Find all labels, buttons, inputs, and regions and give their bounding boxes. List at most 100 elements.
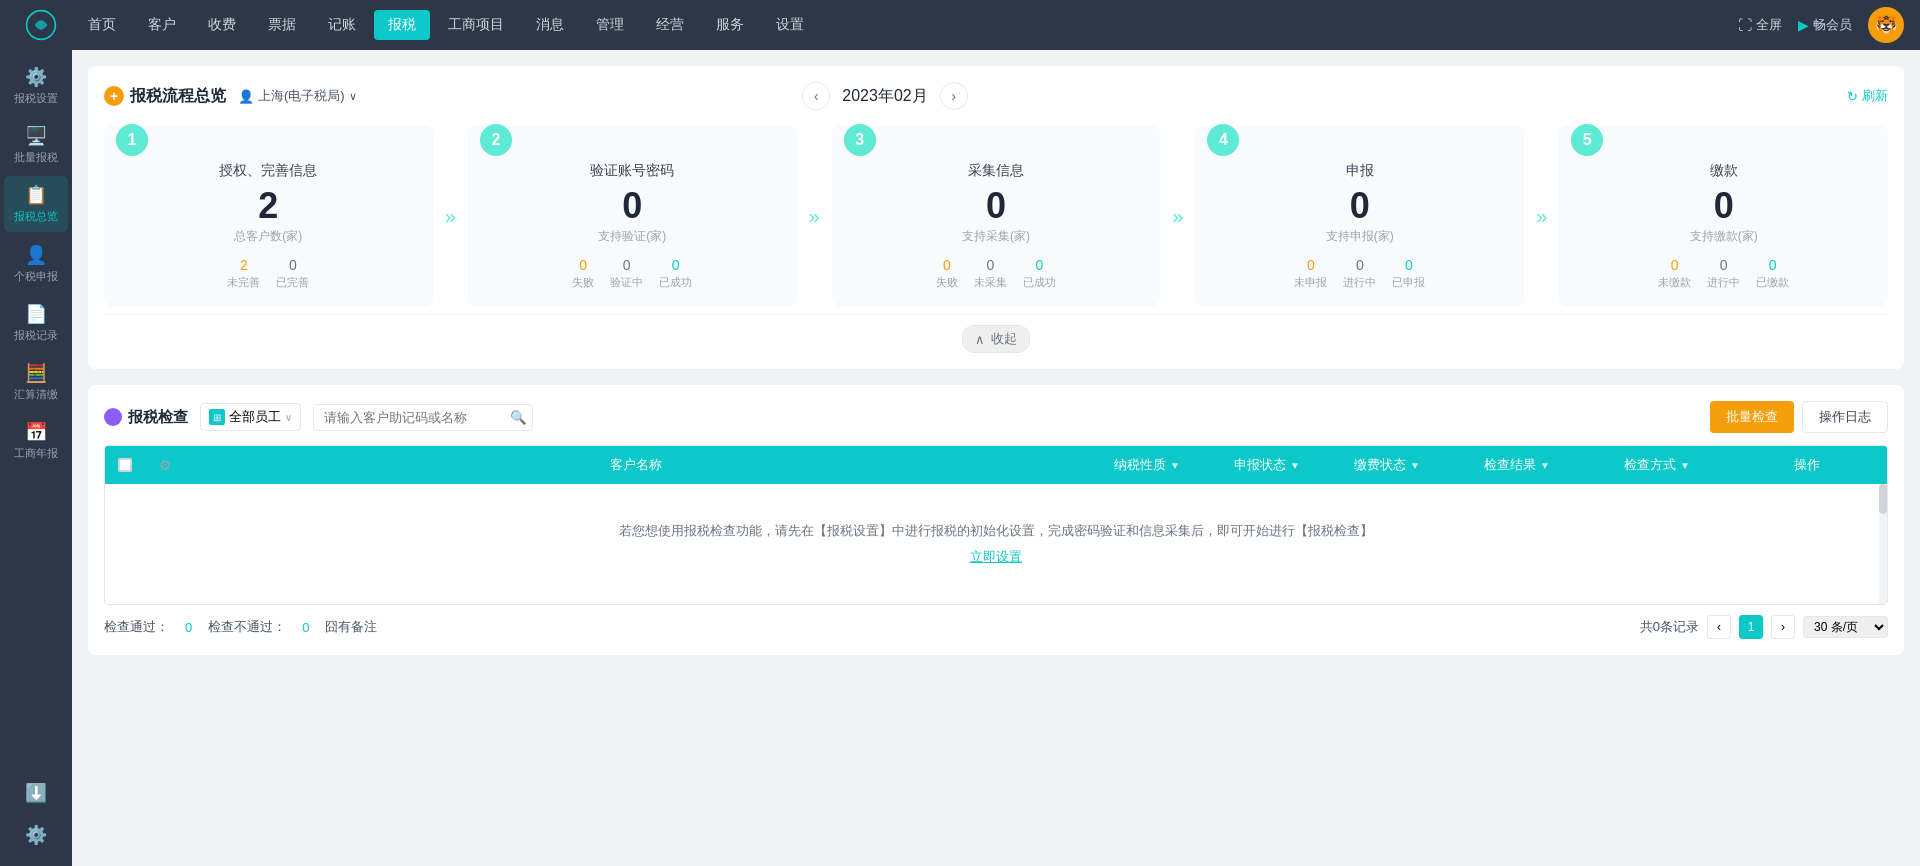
step-num-1: 1 <box>116 124 148 156</box>
nav-home[interactable]: 首页 <box>74 10 130 40</box>
arrow-1: » <box>445 126 456 306</box>
overview-card: + 报税流程总览 👤 上海(电子税局) ∨ ‹ 2023年02月 › ↻ 刷新 <box>88 66 1904 369</box>
select-all-checkbox[interactable] <box>118 458 132 472</box>
stat-label: 未缴款 <box>1658 275 1691 290</box>
tax-overview-icon: 📋 <box>25 184 47 206</box>
collapse-btn[interactable]: ∧ 收起 <box>962 325 1030 353</box>
sidebar-bottom: ⬇️ ⚙️ <box>4 774 68 858</box>
check-title-icon <box>104 408 122 426</box>
th-declare-status-filter[interactable]: ▼ <box>1290 460 1300 471</box>
refresh-btn[interactable]: ↻ 刷新 <box>1847 87 1888 105</box>
table-body: 若您想使用报税检查功能，请先在【报税设置】中进行报税的初始化设置，完成密码验证和… <box>105 484 1887 604</box>
per-page-select[interactable]: 30 条/页50 条/页100 条/页 <box>1803 616 1888 638</box>
stat-val-incomplete: 2 <box>240 257 248 273</box>
step-num-4: 4 <box>1207 124 1239 156</box>
th-tax-nature-filter[interactable]: ▼ <box>1170 460 1180 471</box>
search-button[interactable]: 🔍 <box>502 405 533 430</box>
staff-selector[interactable]: ⊞ 全部员工 ∨ <box>200 403 301 431</box>
stat-label: 已成功 <box>659 275 692 290</box>
th-pay-status-filter[interactable]: ▼ <box>1410 460 1420 471</box>
fullscreen-btn[interactable]: ⛶ 全屏 <box>1738 16 1782 34</box>
th-gear: ⚙ <box>145 446 185 484</box>
nav-ticket[interactable]: 票据 <box>254 10 310 40</box>
sidebar-item-tax-settings[interactable]: ⚙️ 报税设置 <box>4 58 68 113</box>
nav-business[interactable]: 工商项目 <box>434 10 518 40</box>
vip-btn[interactable]: ▶ 畅会员 <box>1798 16 1852 34</box>
location-badge[interactable]: 👤 上海(电子税局) ∨ <box>238 87 357 105</box>
search-input[interactable] <box>314 405 502 430</box>
stat-label: 进行中 <box>1707 275 1740 290</box>
step-title-3: 采集信息 <box>848 162 1145 180</box>
stat-item: 0 已完善 <box>276 257 309 290</box>
stat-val: 0 <box>987 257 995 273</box>
nav-fee[interactable]: 收费 <box>194 10 250 40</box>
settings-gear-icon[interactable]: ⚙ <box>157 457 173 473</box>
setup-link[interactable]: 立即设置 <box>970 549 1022 564</box>
sidebar-item-download[interactable]: ⬇️ <box>4 774 68 812</box>
nav-service[interactable]: 服务 <box>702 10 758 40</box>
overview-header: + 报税流程总览 👤 上海(电子税局) ∨ ‹ 2023年02月 › ↻ 刷新 <box>104 82 1888 110</box>
stat-label: 已成功 <box>1023 275 1056 290</box>
sidebar-label-annual-report: 工商年报 <box>14 447 58 460</box>
step-count-2: 0 <box>484 188 781 224</box>
nav-operation[interactable]: 经营 <box>642 10 698 40</box>
th-check-result-text: 检查结果 <box>1484 456 1536 474</box>
step-card-4: 4 申报 0 支持申报(家) 0 未申报 0 进行中 0 已申报 <box>1195 126 1524 306</box>
nav-settings[interactable]: 设置 <box>762 10 818 40</box>
nav-accounting[interactable]: 记账 <box>314 10 370 40</box>
check-pass-count[interactable]: 0 <box>185 620 192 635</box>
th-client-name-text: 客户名称 <box>610 456 662 474</box>
stat-label-incomplete: 未完善 <box>227 275 260 290</box>
next-page-btn[interactable]: › <box>1771 615 1795 639</box>
table-scrollbar[interactable] <box>1879 484 1887 604</box>
th-pay-status-text: 缴费状态 <box>1354 456 1406 474</box>
check-pass-label: 检查通过： <box>104 618 169 636</box>
th-operation: 操作 <box>1727 446 1887 484</box>
sidebar-item-annual-report[interactable]: 📅 工商年报 <box>4 413 68 468</box>
sidebar-item-batch-tax[interactable]: 🖥️ 批量报税 <box>4 117 68 172</box>
staff-chevron-icon: ∨ <box>285 412 292 423</box>
step-count-5: 0 <box>1575 188 1872 224</box>
sidebar-item-config[interactable]: ⚙️ <box>4 816 68 854</box>
tax-record-icon: 📄 <box>25 303 47 325</box>
step-num-3: 3 <box>844 124 876 156</box>
nav-client[interactable]: 客户 <box>134 10 190 40</box>
check-fail-label: 检查不通过： <box>208 618 286 636</box>
sidebar-item-personal-tax[interactable]: 👤 个税申报 <box>4 236 68 291</box>
th-check-method: 检查方式 ▼ <box>1587 446 1727 484</box>
batch-check-button[interactable]: 批量检查 <box>1710 401 1794 433</box>
step-count-4: 0 <box>1211 188 1508 224</box>
th-check-result-filter[interactable]: ▼ <box>1540 460 1550 471</box>
arrow-2: » <box>809 126 820 306</box>
sidebar-label-tax-overview: 报税总览 <box>14 210 58 223</box>
step-desc-5: 支持缴款(家) <box>1575 228 1872 245</box>
table-wrapper: ⚙ 客户名称 纳税性质 ▼ 申报状态 ▼ 缴费状态 ▼ 检查 <box>104 445 1888 605</box>
stat-val: 0 <box>1671 257 1679 273</box>
stat-item: 0 未缴款 <box>1658 257 1691 290</box>
month-next-btn[interactable]: › <box>940 82 968 110</box>
sidebar-item-tax-overview[interactable]: 📋 报税总览 <box>4 176 68 231</box>
nav-manage[interactable]: 管理 <box>582 10 638 40</box>
personal-tax-icon: 👤 <box>25 244 47 266</box>
operation-log-button[interactable]: 操作日志 <box>1802 401 1888 433</box>
nav-tax[interactable]: 报税 <box>374 10 430 40</box>
prev-page-btn[interactable]: ‹ <box>1707 615 1731 639</box>
stat-val: 0 <box>943 257 951 273</box>
fullscreen-label: 全屏 <box>1756 16 1782 34</box>
step-desc-2: 支持验证(家) <box>484 228 781 245</box>
nav-message[interactable]: 消息 <box>522 10 578 40</box>
collapse-chevron-icon: ∧ <box>975 332 985 347</box>
stat-label: 进行中 <box>1343 275 1376 290</box>
stat-item: 0 已申报 <box>1392 257 1425 290</box>
sidebar-item-annual-settlement[interactable]: 🧮 汇算清缴 <box>4 354 68 409</box>
stat-item: 2 未完善 <box>227 257 260 290</box>
th-check-method-filter[interactable]: ▼ <box>1680 460 1690 471</box>
mascot-avatar[interactable]: 🐯 <box>1868 7 1904 43</box>
batch-tax-icon: 🖥️ <box>25 125 47 147</box>
month-prev-btn[interactable]: ‹ <box>802 82 830 110</box>
current-page-btn[interactable]: 1 <box>1739 615 1763 639</box>
tax-check-card: 报税检查 ⊞ 全部员工 ∨ 🔍 批量检查 操作日志 <box>88 385 1904 655</box>
sidebar-item-tax-record[interactable]: 📄 报税记录 <box>4 295 68 350</box>
check-fail-count[interactable]: 0 <box>302 620 309 635</box>
search-icon: 🔍 <box>510 410 527 425</box>
